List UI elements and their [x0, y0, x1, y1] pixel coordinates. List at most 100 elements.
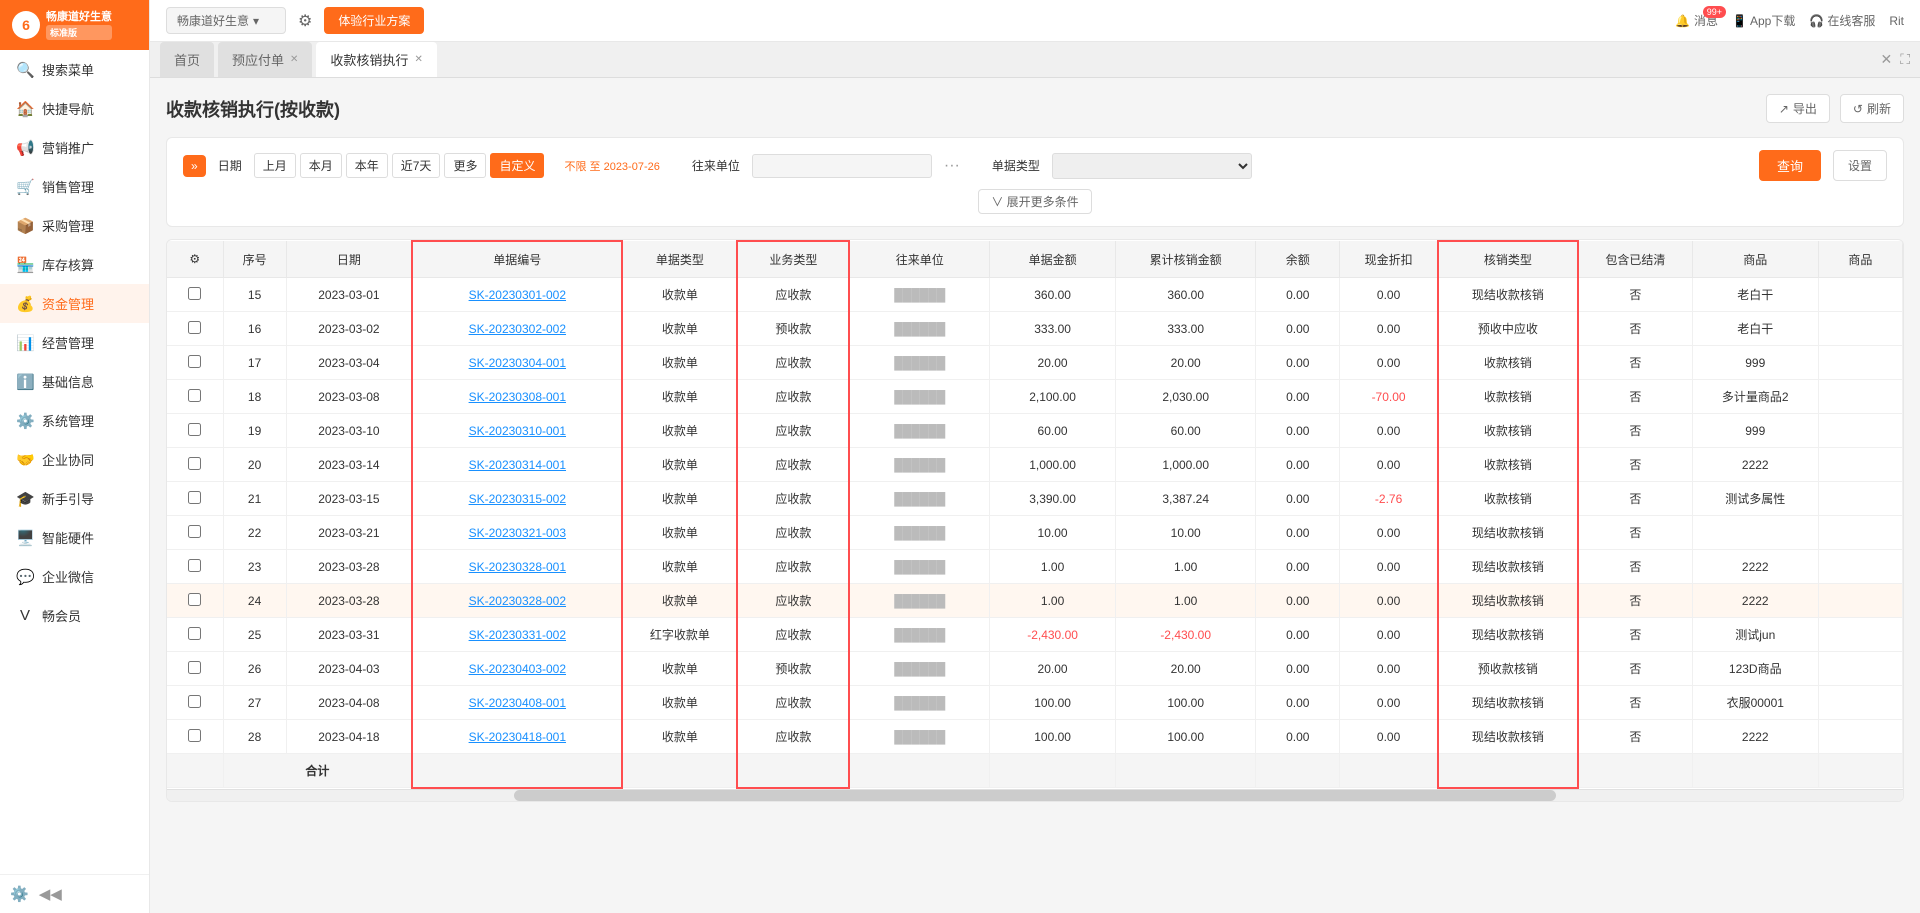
- refresh-button[interactable]: ↺ 刷新: [1840, 94, 1904, 123]
- td-checkbox[interactable]: [167, 414, 223, 448]
- row-checkbox[interactable]: [188, 287, 201, 300]
- td-counterpart: ██████: [849, 618, 989, 652]
- row-checkbox[interactable]: [188, 593, 201, 606]
- sidebar-item-basic[interactable]: ℹ️ 基础信息: [0, 362, 149, 401]
- export-button[interactable]: ↗ 导出: [1766, 94, 1830, 123]
- more-date-button[interactable]: 更多: [444, 153, 486, 178]
- company-dropdown[interactable]: 畅康道好生意 ▾: [166, 7, 286, 34]
- tab-home[interactable]: 首页: [160, 42, 214, 77]
- td-checkbox[interactable]: [167, 380, 223, 414]
- td-checkbox[interactable]: [167, 482, 223, 516]
- sidebar-item-ops[interactable]: 📊 经营管理: [0, 323, 149, 362]
- last-7days-button[interactable]: 近7天: [392, 153, 441, 178]
- close-window-icon[interactable]: ✕: [1880, 51, 1892, 68]
- topbar-gear-icon[interactable]: ⚙: [298, 11, 312, 31]
- sidebar-item-guide[interactable]: 🎓 新手引导: [0, 479, 149, 518]
- setting-button[interactable]: 设置: [1833, 150, 1887, 181]
- th-cumulative: 累计核销金额: [1116, 241, 1256, 278]
- sidebar-item-search[interactable]: 🔍 搜索菜单: [0, 50, 149, 89]
- td-goods: 测试多属性: [1692, 482, 1818, 516]
- sidebar-item-stock[interactable]: 🏪 库存核算: [0, 245, 149, 284]
- this-month-button[interactable]: 本月: [300, 153, 342, 178]
- td-cash-discount: 0.00: [1340, 686, 1438, 720]
- tab-prepay-close-icon[interactable]: ✕: [290, 54, 298, 65]
- sidebar-item-purchase[interactable]: 📦 采购管理: [0, 206, 149, 245]
- row-checkbox[interactable]: [188, 355, 201, 368]
- user-name[interactable]: Rit: [1889, 14, 1904, 28]
- single-no-link[interactable]: SK-20230328-002: [469, 594, 566, 608]
- sidebar-item-hardware[interactable]: 🖥️ 智能硬件: [0, 518, 149, 557]
- sidebar-item-finance[interactable]: 💰 资金管理: [0, 284, 149, 323]
- td-single-no: SK-20230331-002: [412, 618, 622, 652]
- tab-collection[interactable]: 收款核销执行 ✕: [316, 42, 436, 77]
- sidebar-item-member[interactable]: V 畅会员: [0, 596, 149, 635]
- row-checkbox[interactable]: [188, 321, 201, 334]
- collapse-icon[interactable]: ◀◀: [39, 885, 62, 903]
- td-checkbox[interactable]: [167, 686, 223, 720]
- sidebar-item-wechat[interactable]: 💬 企业微信: [0, 557, 149, 596]
- td-checkbox[interactable]: [167, 720, 223, 754]
- sidebar-item-collab[interactable]: 🤝 企业协同: [0, 440, 149, 479]
- table-row: 27 2023-04-08 SK-20230408-001 收款单 应收款 ██…: [167, 686, 1903, 720]
- row-checkbox[interactable]: [188, 559, 201, 572]
- td-checkbox[interactable]: [167, 278, 223, 312]
- query-button[interactable]: 查询: [1759, 150, 1821, 181]
- td-checkbox[interactable]: [167, 516, 223, 550]
- row-checkbox[interactable]: [188, 389, 201, 402]
- maximize-window-icon[interactable]: ⛶: [1900, 51, 1910, 68]
- expand-more-button[interactable]: ∨ 展开更多条件: [978, 189, 1091, 214]
- sidebar-item-system[interactable]: ⚙️ 系统管理: [0, 401, 149, 440]
- row-checkbox[interactable]: [188, 423, 201, 436]
- scrollbar-thumb[interactable]: [514, 790, 1556, 801]
- single-no-link[interactable]: SK-20230308-001: [469, 390, 566, 404]
- single-no-link[interactable]: SK-20230408-001: [469, 696, 566, 710]
- single-no-link[interactable]: SK-20230304-001: [469, 356, 566, 370]
- td-checkbox[interactable]: [167, 312, 223, 346]
- custom-date-button[interactable]: 自定义: [490, 153, 544, 178]
- sidebar-item-quicknav[interactable]: 🏠 快捷导航: [0, 89, 149, 128]
- single-no-link[interactable]: SK-20230331-002: [469, 628, 566, 642]
- settings-bottom-icon[interactable]: ⚙️: [10, 885, 29, 903]
- tab-prepay[interactable]: 预应付单 ✕: [218, 42, 312, 77]
- sidebar-item-marketing[interactable]: 📢 营销推广: [0, 128, 149, 167]
- row-checkbox[interactable]: [188, 525, 201, 538]
- voucher-type-select[interactable]: [1052, 153, 1252, 179]
- single-no-link[interactable]: SK-20230418-001: [469, 730, 566, 744]
- messages-button[interactable]: 🔔 消息 99+: [1675, 12, 1718, 29]
- td-checkbox[interactable]: [167, 550, 223, 584]
- single-no-link[interactable]: SK-20230328-001: [469, 560, 566, 574]
- single-no-link[interactable]: SK-20230403-002: [469, 662, 566, 676]
- counterpart-dots[interactable]: ···: [944, 157, 960, 175]
- row-checkbox[interactable]: [188, 729, 201, 742]
- row-checkbox[interactable]: [188, 661, 201, 674]
- row-checkbox[interactable]: [188, 491, 201, 504]
- single-no-link[interactable]: SK-20230315-002: [469, 492, 566, 506]
- table-scrollbar[interactable]: [167, 789, 1903, 801]
- td-checkbox[interactable]: [167, 584, 223, 618]
- td-checkbox[interactable]: [167, 448, 223, 482]
- row-checkbox[interactable]: [188, 695, 201, 708]
- td-checkbox[interactable]: [167, 346, 223, 380]
- online-service-button[interactable]: 🎧 在线客服: [1809, 12, 1875, 29]
- th-gear[interactable]: ⚙: [167, 241, 223, 278]
- td-checkbox[interactable]: [167, 618, 223, 652]
- row-checkbox[interactable]: [188, 627, 201, 640]
- app-download-button[interactable]: 📱 App下载: [1732, 12, 1795, 29]
- sidebar-item-sales[interactable]: 🛒 销售管理: [0, 167, 149, 206]
- table-row: 18 2023-03-08 SK-20230308-001 收款单 应收款 ██…: [167, 380, 1903, 414]
- megaphone-icon: 📢: [16, 139, 34, 157]
- tab-collection-close-icon[interactable]: ✕: [414, 54, 422, 65]
- industry-solution-button[interactable]: 体验行业方案: [324, 7, 424, 34]
- single-no-link[interactable]: SK-20230301-002: [469, 288, 566, 302]
- single-no-link[interactable]: SK-20230310-001: [469, 424, 566, 438]
- single-no-link[interactable]: SK-20230314-001: [469, 458, 566, 472]
- row-checkbox[interactable]: [188, 457, 201, 470]
- counterpart-input[interactable]: [752, 154, 932, 178]
- gear-icon: ⚙: [189, 252, 200, 266]
- this-year-button[interactable]: 本年: [346, 153, 388, 178]
- td-checkbox[interactable]: [167, 652, 223, 686]
- filter-expand-button[interactable]: »: [183, 155, 206, 177]
- single-no-link[interactable]: SK-20230321-003: [469, 526, 566, 540]
- single-no-link[interactable]: SK-20230302-002: [469, 322, 566, 336]
- last-month-button[interactable]: 上月: [254, 153, 296, 178]
